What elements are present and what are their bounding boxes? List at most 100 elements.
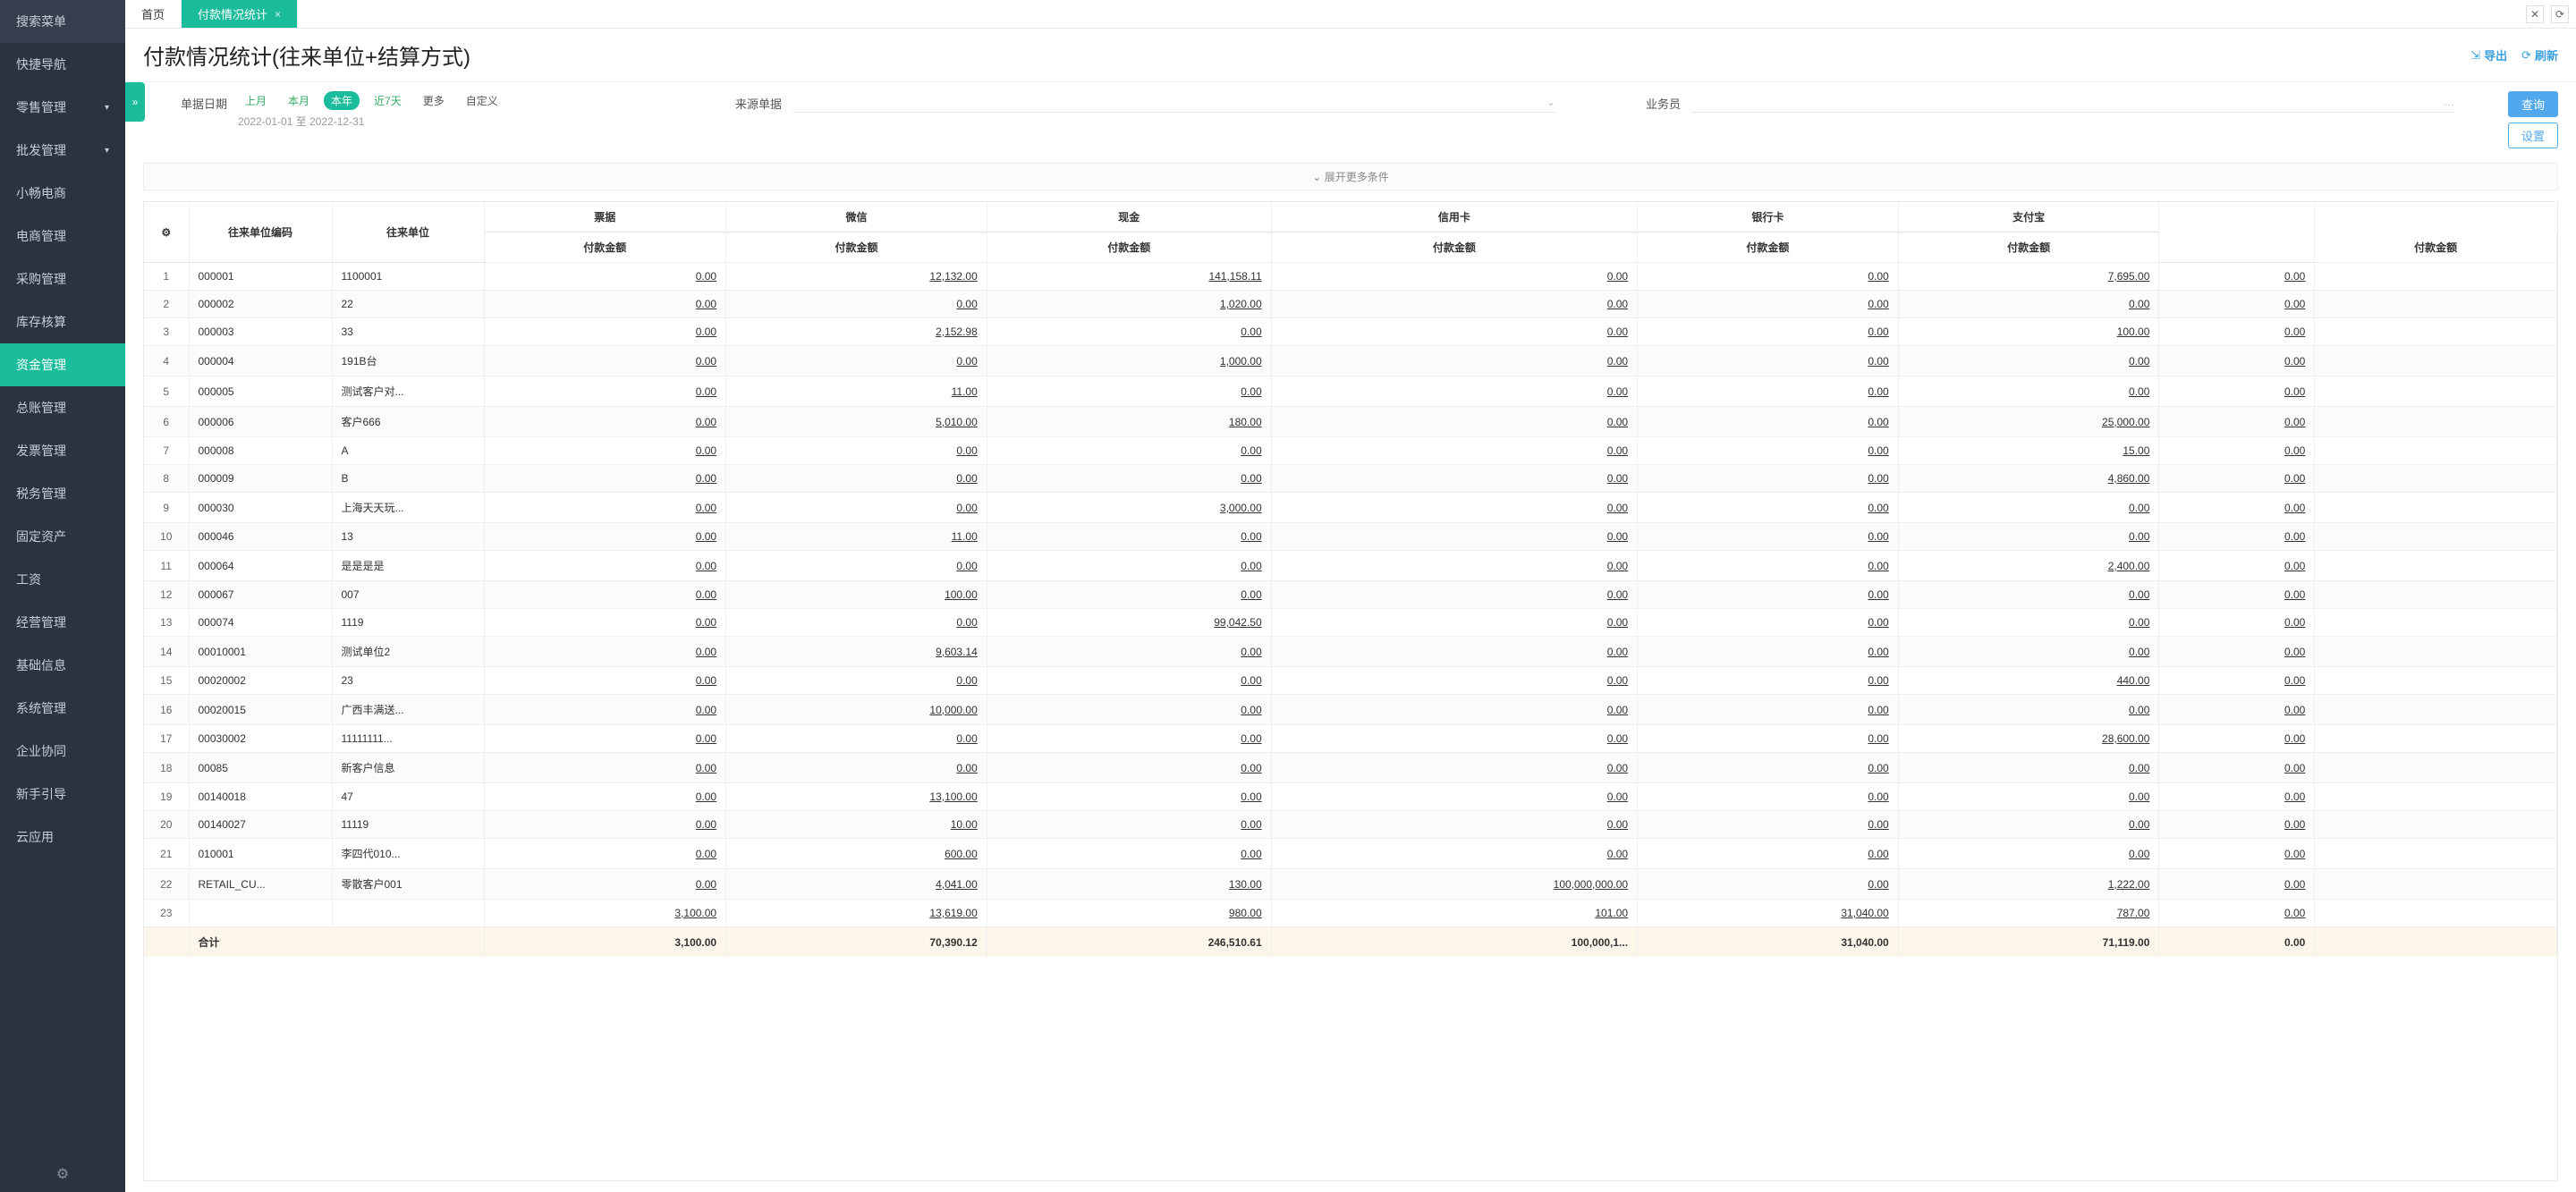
table-row[interactable]: 21010001李四代010...0.00600.000.000.000.000… bbox=[144, 839, 2557, 869]
amount-cell[interactable]: 0.00 bbox=[1638, 523, 1899, 551]
amount-cell[interactable]: 0.00 bbox=[1271, 725, 1637, 753]
column-subheader[interactable]: 付款金额 bbox=[987, 232, 1271, 263]
table-row[interactable]: 9000030上海天天玩...0.000.003,000.000.000.000… bbox=[144, 493, 2557, 523]
amount-cell[interactable]: 0.00 bbox=[484, 667, 726, 695]
amount-cell[interactable]: 0.00 bbox=[726, 346, 987, 376]
table-row[interactable]: 7000008A0.000.000.000.000.0015.000.00 bbox=[144, 437, 2557, 465]
sidebar-item[interactable]: 批发管理▾ bbox=[0, 129, 125, 172]
data-table[interactable]: ⚙往来单位编码往来单位票据微信现金信用卡银行卡支付宝 付款金额付款金额付款金额付… bbox=[143, 201, 2558, 1181]
amount-cell[interactable]: 0.00 bbox=[1898, 523, 2159, 551]
sidebar-item[interactable]: 固定资产 bbox=[0, 515, 125, 558]
amount-cell[interactable]: 0.00 bbox=[1898, 581, 2159, 609]
amount-cell[interactable]: 0.00 bbox=[1638, 291, 1899, 318]
column-header[interactable]: 微信 bbox=[726, 202, 987, 232]
amount-cell[interactable]: 0.00 bbox=[1271, 581, 1637, 609]
collapse-filter-icon[interactable]: » bbox=[125, 82, 145, 122]
column-header[interactable]: ⚙ bbox=[144, 202, 189, 263]
amount-cell[interactable]: 3,100.00 bbox=[484, 900, 726, 927]
table-row[interactable]: 4000004191B台0.000.001,000.000.000.000.00… bbox=[144, 346, 2557, 376]
amount-cell[interactable]: 0.00 bbox=[726, 493, 987, 523]
amount-cell[interactable]: 13,619.00 bbox=[726, 900, 987, 927]
amount-cell[interactable]: 0.00 bbox=[987, 318, 1271, 346]
amount-cell[interactable]: 0.00 bbox=[987, 783, 1271, 811]
column-header[interactable]: 往来单位 bbox=[332, 202, 484, 263]
amount-cell[interactable]: 0.00 bbox=[987, 523, 1271, 551]
amount-cell[interactable]: 0.00 bbox=[1898, 783, 2159, 811]
amount-cell[interactable]: 0.00 bbox=[1898, 839, 2159, 869]
column-subheader[interactable]: 付款金额 bbox=[484, 232, 726, 263]
sidebar-item[interactable]: 总账管理 bbox=[0, 386, 125, 429]
amount-cell[interactable]: 0.00 bbox=[2159, 376, 2315, 407]
table-row[interactable]: 1900140018470.0013,100.000.000.000.000.0… bbox=[144, 783, 2557, 811]
amount-cell[interactable]: 0.00 bbox=[1271, 753, 1637, 783]
amount-cell[interactable]: 0.00 bbox=[2159, 811, 2315, 839]
column-header[interactable] bbox=[2159, 202, 2315, 263]
amount-cell[interactable]: 0.00 bbox=[2159, 263, 2315, 291]
column-subheader[interactable]: 付款金额 bbox=[1898, 232, 2159, 263]
sidebar-item[interactable]: 企业协同 bbox=[0, 730, 125, 773]
amount-cell[interactable]: 0.00 bbox=[987, 581, 1271, 609]
amount-cell[interactable]: 0.00 bbox=[2159, 753, 2315, 783]
table-row[interactable]: 1800085新客户信息0.000.000.000.000.000.000.00 bbox=[144, 753, 2557, 783]
table-row[interactable]: 2000002220.000.001,020.000.000.000.000.0… bbox=[144, 291, 2557, 318]
amount-cell[interactable]: 0.00 bbox=[726, 551, 987, 581]
clerk-select[interactable]: … bbox=[1691, 91, 2454, 113]
amount-cell[interactable]: 0.00 bbox=[1638, 551, 1899, 581]
sidebar-item[interactable]: 工资 bbox=[0, 558, 125, 601]
date-option[interactable]: 本月 bbox=[281, 91, 317, 110]
amount-cell[interactable]: 0.00 bbox=[484, 437, 726, 465]
sidebar-item[interactable]: 库存核算 bbox=[0, 300, 125, 343]
amount-cell[interactable]: 0.00 bbox=[1271, 637, 1637, 667]
amount-cell[interactable]: 4,041.00 bbox=[726, 869, 987, 900]
amount-cell[interactable]: 0.00 bbox=[484, 493, 726, 523]
refresh-button[interactable]: ⟳ 刷新 bbox=[2521, 46, 2558, 63]
amount-cell[interactable]: 0.00 bbox=[2159, 407, 2315, 437]
amount-cell[interactable]: 3,000.00 bbox=[987, 493, 1271, 523]
amount-cell[interactable]: 0.00 bbox=[987, 667, 1271, 695]
amount-cell[interactable]: 0.00 bbox=[1898, 493, 2159, 523]
amount-cell[interactable]: 0.00 bbox=[484, 869, 726, 900]
amount-cell[interactable]: 0.00 bbox=[726, 437, 987, 465]
amount-cell[interactable]: 0.00 bbox=[1898, 695, 2159, 725]
amount-cell[interactable]: 0.00 bbox=[1271, 811, 1637, 839]
amount-cell[interactable]: 31,040.00 bbox=[1638, 900, 1899, 927]
amount-cell[interactable]: 0.00 bbox=[1638, 318, 1899, 346]
amount-cell[interactable]: 0.00 bbox=[1271, 839, 1637, 869]
tab-close-all-icon[interactable]: ✕ bbox=[2526, 5, 2544, 23]
amount-cell[interactable]: 0.00 bbox=[987, 839, 1271, 869]
amount-cell[interactable]: 0.00 bbox=[2159, 437, 2315, 465]
amount-cell[interactable]: 0.00 bbox=[1271, 609, 1637, 637]
amount-cell[interactable]: 600.00 bbox=[726, 839, 987, 869]
amount-cell[interactable]: 0.00 bbox=[726, 725, 987, 753]
amount-cell[interactable]: 0.00 bbox=[1271, 695, 1637, 725]
amount-cell[interactable]: 0.00 bbox=[2159, 581, 2315, 609]
amount-cell[interactable]: 12,132.00 bbox=[726, 263, 987, 291]
amount-cell[interactable]: 0.00 bbox=[987, 725, 1271, 753]
amount-cell[interactable]: 0.00 bbox=[1271, 437, 1637, 465]
amount-cell[interactable]: 0.00 bbox=[987, 465, 1271, 493]
amount-cell[interactable]: 0.00 bbox=[484, 753, 726, 783]
amount-cell[interactable]: 0.00 bbox=[484, 263, 726, 291]
table-row[interactable]: 6000006客户6660.005,010.00180.000.000.0025… bbox=[144, 407, 2557, 437]
date-option[interactable]: 更多 bbox=[416, 91, 452, 110]
amount-cell[interactable]: 0.00 bbox=[1271, 376, 1637, 407]
amount-cell[interactable]: 0.00 bbox=[484, 291, 726, 318]
amount-cell[interactable]: 0.00 bbox=[2159, 318, 2315, 346]
amount-cell[interactable]: 0.00 bbox=[1271, 346, 1637, 376]
settings-button[interactable]: 设置 bbox=[2508, 123, 2558, 148]
amount-cell[interactable]: 0.00 bbox=[1898, 346, 2159, 376]
amount-cell[interactable]: 100,000,000.00 bbox=[1271, 869, 1637, 900]
sidebar-item[interactable]: 小畅电商 bbox=[0, 172, 125, 215]
amount-cell[interactable]: 0.00 bbox=[1898, 637, 2159, 667]
column-subheader[interactable]: 付款金额 bbox=[726, 232, 987, 263]
amount-cell[interactable]: 100.00 bbox=[1898, 318, 2159, 346]
amount-cell[interactable]: 0.00 bbox=[2159, 346, 2315, 376]
amount-cell[interactable]: 1,020.00 bbox=[987, 291, 1271, 318]
amount-cell[interactable]: 0.00 bbox=[484, 725, 726, 753]
amount-cell[interactable]: 100.00 bbox=[726, 581, 987, 609]
amount-cell[interactable]: 0.00 bbox=[1271, 523, 1637, 551]
amount-cell[interactable]: 0.00 bbox=[987, 811, 1271, 839]
source-select[interactable]: ⌄ bbox=[792, 91, 1555, 113]
amount-cell[interactable]: 787.00 bbox=[1898, 900, 2159, 927]
amount-cell[interactable]: 0.00 bbox=[1271, 493, 1637, 523]
